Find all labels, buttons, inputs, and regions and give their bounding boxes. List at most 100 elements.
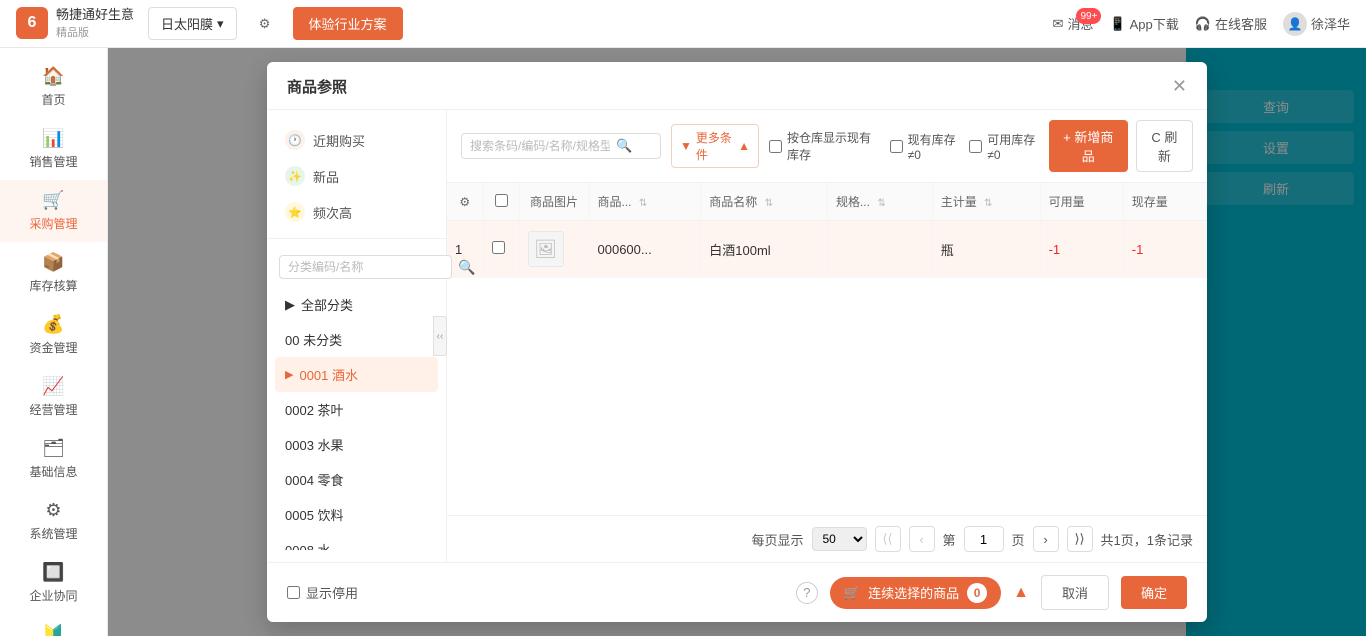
modal-header: 商品参照 ✕ (267, 62, 1207, 110)
th-name[interactable]: 商品名称 ⇅ (701, 183, 828, 221)
category-search-icon[interactable]: 🔍 (458, 259, 475, 276)
sidebar-item-operation[interactable]: 📈 经营管理 (0, 366, 107, 428)
page-size-select[interactable]: 50 10 20 100 (812, 527, 867, 551)
confirm-button[interactable]: 确定 (1121, 576, 1187, 609)
modal-left-panel: 🕐 近期购买 ✨ 新品 ⭐ 频次高 (267, 110, 447, 562)
table-row[interactable]: 1 🖼 (447, 221, 1207, 278)
td-code: 000600... (589, 221, 701, 278)
sort-spec-icon: ⇅ (877, 198, 885, 209)
sort-unit-icon: ⇅ (984, 198, 992, 209)
quick-recent[interactable]: 🕐 近期购买 (275, 122, 438, 158)
user-nav-item[interactable]: 👤 徐泽华 (1283, 12, 1350, 36)
cart-badge[interactable]: 🛒 连续选择的商品 0 (830, 577, 1001, 609)
message-icon: ✉ (1053, 16, 1064, 32)
usable-checkbox[interactable] (969, 140, 982, 153)
category-00[interactable]: 00 未分类 (275, 322, 438, 357)
th-code[interactable]: 商品... ⇅ (589, 183, 701, 221)
cart-count: 0 (967, 583, 987, 603)
sidebar-item-guide[interactable]: 🔰 新手引导 (0, 614, 107, 636)
toolbar-right: + 新增商品 C 刷新 (1049, 120, 1193, 172)
sidebar-item-finance[interactable]: 💰 资金管理 (0, 304, 107, 366)
td-check[interactable] (483, 221, 519, 278)
sidebar-item-system[interactable]: ⚙ 系统管理 (0, 490, 107, 552)
modal-title: 商品参照 (287, 76, 347, 97)
th-image: 商品图片 (519, 183, 589, 221)
sidebar-item-inventory[interactable]: 📦 库存核算 (0, 242, 107, 304)
th-gear[interactable]: ⚙ (447, 183, 483, 221)
content-area: 查询 设置 刷新 商品参照 ✕ (108, 48, 1366, 636)
cart-icon: 🛒 (844, 585, 860, 601)
messages-nav-item[interactable]: ✉ 消息 99+ (1053, 14, 1094, 33)
available-checkbox[interactable] (890, 140, 903, 153)
warehouse-checkbox[interactable] (769, 140, 782, 153)
th-unit[interactable]: 主计量 ⇅ (932, 183, 1040, 221)
experience-button[interactable]: 体验行业方案 (293, 7, 403, 40)
sales-icon: 📊 (42, 128, 64, 149)
online-service-nav-item[interactable]: 🎧 在线客服 (1195, 14, 1267, 33)
td-spec (827, 221, 932, 278)
cancel-button[interactable]: 取消 (1041, 575, 1109, 610)
product-search-icon[interactable]: 🔍 (616, 138, 632, 154)
next-page-button[interactable]: › (1033, 526, 1059, 552)
star-icon: ⭐ (285, 202, 305, 222)
recent-icon: 🕐 (285, 130, 305, 150)
show-disabled-checkbox[interactable] (287, 586, 300, 599)
row-checkbox[interactable] (492, 241, 505, 254)
logo-sub: 精品版 (56, 24, 134, 40)
sidebar-item-purchase[interactable]: 🛒 采购管理 (0, 180, 107, 242)
prev-page-button[interactable]: ‹ (909, 526, 935, 552)
top-nav: 6 畅捷通好生意 精品版 日太阳膜 ▾ ⚙ 体验行业方案 ✉ 消息 99+ 📱 … (0, 0, 1366, 48)
category-0003[interactable]: 0003 水果 (275, 427, 438, 462)
category-all[interactable]: ▶ 全部分类 (275, 287, 438, 322)
pagination: 每页显示 50 10 20 100 ⟨⟨ ‹ 第 (447, 515, 1207, 562)
show-disabled-checkbox-wrap[interactable]: 显示停用 (287, 583, 358, 602)
sort-name-icon: ⇅ (765, 198, 773, 209)
last-page-button[interactable]: ⟩⟩ (1067, 526, 1093, 552)
modal-body: 🕐 近期购买 ✨ 新品 ⭐ 频次高 (267, 110, 1207, 562)
first-page-button[interactable]: ⟨⟨ (875, 526, 901, 552)
product-table: ⚙ 商品图片 商品... (447, 183, 1207, 515)
logo: 6 畅捷通好生意 精品版 (16, 7, 136, 40)
th-check[interactable] (483, 183, 519, 221)
footer-right: ? 🛒 连续选择的商品 0 ▲ 取消 确定 (796, 575, 1187, 610)
new-icon: ✨ (285, 166, 305, 186)
logo-icon: 6 (16, 7, 48, 39)
chevron-up-icon[interactable]: ▲ (1013, 584, 1029, 602)
select-all-checkbox[interactable] (495, 194, 508, 207)
category-0002[interactable]: 0002 茶叶 (275, 392, 438, 427)
sidebar-item-basic[interactable]: 🗂 基础信息 (0, 428, 107, 490)
refresh-button[interactable]: C 刷新 (1136, 120, 1193, 172)
sidebar-item-enterprise[interactable]: 🔲 企业协同 (0, 552, 107, 614)
th-spec[interactable]: 规格... ⇅ (827, 183, 932, 221)
td-stock: -1 (1123, 221, 1206, 278)
collapse-button[interactable]: ‹‹ (433, 316, 447, 356)
system-icon: ⚙ (45, 500, 61, 521)
modal-close-button[interactable]: ✕ (1172, 76, 1187, 97)
phone-icon: 📱 (1109, 16, 1125, 32)
nav-dropdown[interactable]: 日太阳膜 ▾ (148, 7, 237, 40)
app-download-nav-item[interactable]: 📱 App下载 (1109, 14, 1178, 33)
product-search-input[interactable] (470, 139, 610, 153)
sidebar-item-home[interactable]: 🏠 首页 (0, 56, 107, 118)
sidebar: 🏠 首页 📊 销售管理 🛒 采购管理 📦 库存核算 💰 资金管理 📈 经 (0, 48, 108, 636)
home-icon: 🏠 (42, 66, 64, 87)
sidebar-item-sales[interactable]: 📊 销售管理 (0, 118, 107, 180)
warehouse-checkbox-wrap[interactable]: 按仓库显示现有库存 (769, 129, 880, 163)
gear-button[interactable]: ⚙ (249, 8, 281, 40)
category-0005[interactable]: 0005 饮料 (275, 497, 438, 532)
category-0004[interactable]: 0004 零食 (275, 462, 438, 497)
modal-overlay: 商品参照 ✕ 🕐 近期购买 (108, 48, 1366, 636)
category-0001[interactable]: ▶ 0001 酒水 (275, 357, 438, 392)
usable-checkbox-wrap[interactable]: 可用库存≠0 (969, 131, 1039, 162)
category-search-input[interactable] (279, 255, 452, 279)
category-0008[interactable]: 0008 水 (275, 532, 438, 550)
avatar: 👤 (1283, 12, 1307, 36)
add-product-button[interactable]: + 新增商品 (1049, 120, 1128, 172)
available-checkbox-wrap[interactable]: 现有库存≠0 (890, 131, 960, 162)
logo-text: 畅捷通好生意 (56, 7, 134, 24)
help-button[interactable]: ? (796, 582, 818, 604)
quick-new[interactable]: ✨ 新品 (275, 158, 438, 194)
page-input[interactable] (964, 526, 1004, 552)
quick-frequent[interactable]: ⭐ 频次高 (275, 194, 438, 230)
filter-button[interactable]: ▼ 更多条件 ▲ (671, 124, 759, 168)
